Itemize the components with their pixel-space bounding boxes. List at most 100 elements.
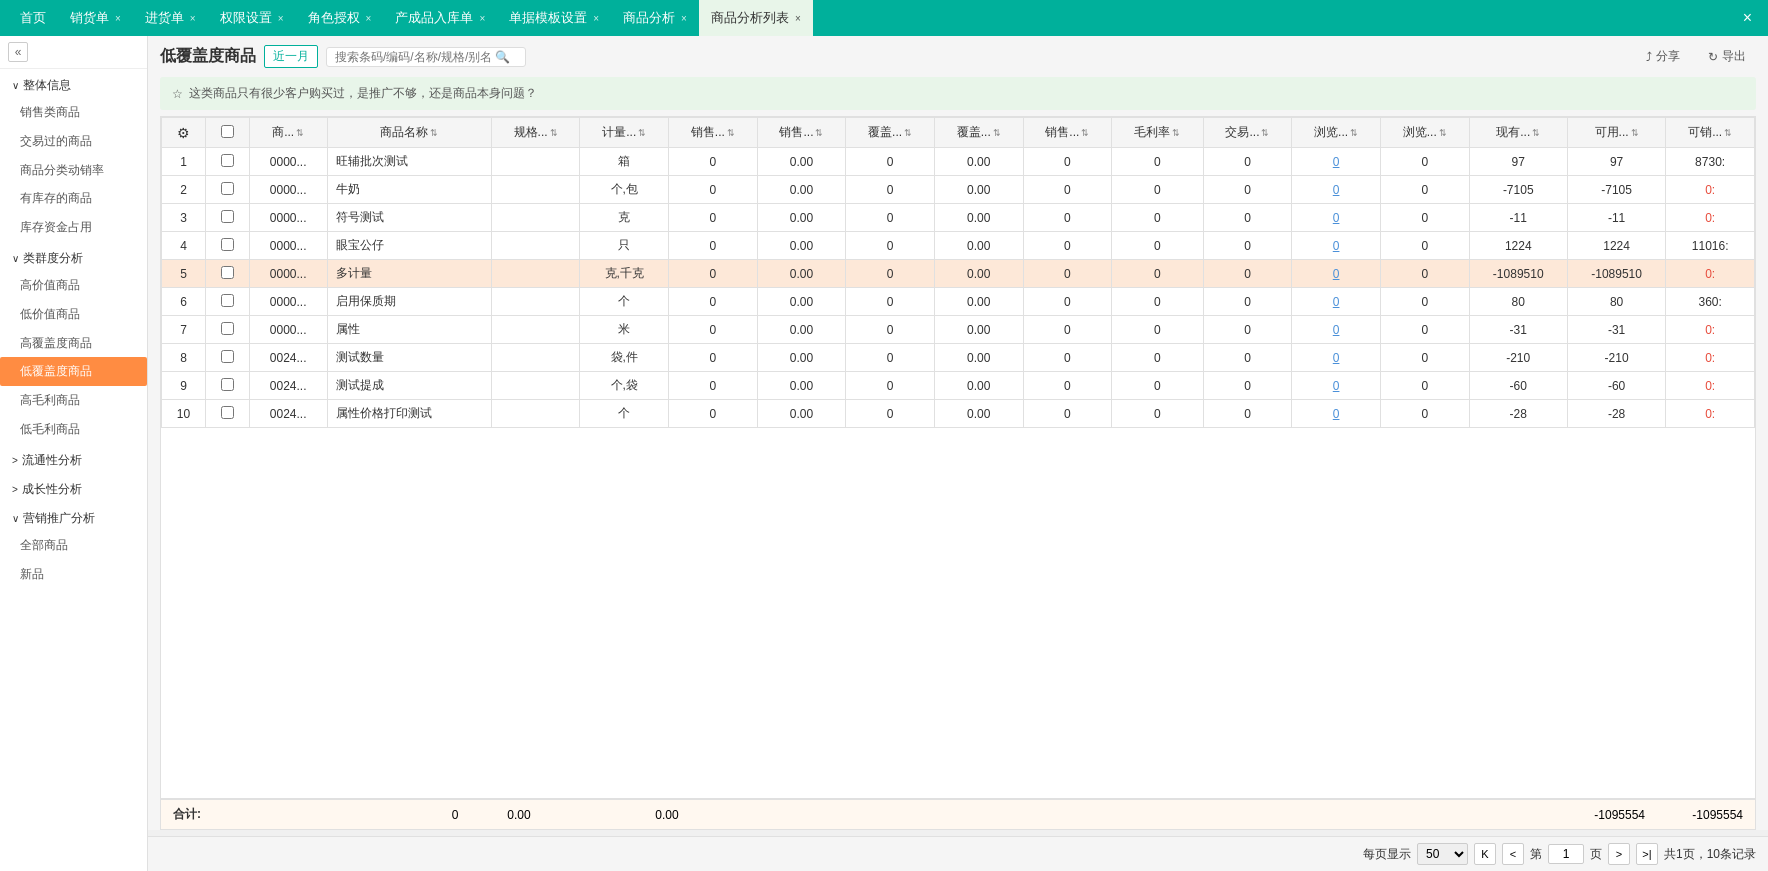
cell-row-no: 10 — [162, 400, 206, 428]
close-sales-order[interactable]: × — [115, 13, 121, 24]
th-sales-qty[interactable]: 销售...⇅ — [669, 118, 758, 148]
close-purchase-order[interactable]: × — [190, 13, 196, 24]
sidebar-item-sales-products[interactable]: 销售类商品 — [0, 98, 147, 127]
export-button[interactable]: ↻ 导出 — [1698, 44, 1756, 69]
sidebar-item-category-rate[interactable]: 商品分类动销率 — [0, 156, 147, 185]
cell-checkbox[interactable] — [206, 288, 250, 316]
sidebar-item-high-profit[interactable]: 高毛利商品 — [0, 386, 147, 415]
cell-checkbox[interactable] — [206, 372, 250, 400]
search-icon[interactable]: 🔍 — [495, 50, 510, 64]
cell-name: 属性 — [327, 316, 491, 344]
nav-product-analysis[interactable]: 商品分析 × — [611, 0, 699, 36]
th-avail-stock[interactable]: 可用...⇅ — [1567, 118, 1665, 148]
nav-home[interactable]: 首页 — [8, 0, 58, 36]
cell-view1[interactable]: 0 — [1292, 260, 1381, 288]
select-all-checkbox[interactable] — [221, 125, 234, 138]
nav-template-settings[interactable]: 单据模板设置 × — [497, 0, 611, 36]
sidebar-section-overall[interactable]: ∨ 整体信息 — [0, 69, 147, 98]
cell-checkbox[interactable] — [206, 232, 250, 260]
th-sale-stock[interactable]: 可销...⇅ — [1666, 118, 1755, 148]
th-gear[interactable]: ⚙ — [162, 118, 206, 148]
cell-checkbox[interactable] — [206, 260, 250, 288]
nav-product-entry[interactable]: 产成品入库单 × — [383, 0, 497, 36]
nav-permission-settings[interactable]: 权限设置 × — [208, 0, 296, 36]
window-close-button[interactable]: × — [1735, 9, 1760, 27]
close-product-analysis-list[interactable]: × — [795, 13, 801, 24]
sidebar-section-growth[interactable]: > 成长性分析 — [0, 473, 147, 502]
cell-view1[interactable]: 0 — [1292, 316, 1381, 344]
sidebar-section-cluster[interactable]: ∨ 类群度分析 — [0, 242, 147, 271]
cell-view1[interactable]: 0 — [1292, 400, 1381, 428]
sidebar-item-all-products[interactable]: 全部商品 — [0, 531, 147, 560]
cell-view1[interactable]: 0 — [1292, 176, 1381, 204]
th-gross-rate[interactable]: 毛利率⇅ — [1112, 118, 1204, 148]
sidebar-collapse-button[interactable]: « — [8, 42, 28, 62]
cell-view1[interactable]: 0 — [1292, 232, 1381, 260]
th-name[interactable]: 商品名称⇅ — [327, 118, 491, 148]
sidebar-section-liquidity[interactable]: > 流通性分析 — [0, 444, 147, 473]
sidebar-item-low-coverage[interactable]: 低覆盖度商品 — [0, 357, 147, 386]
th-sales-amt[interactable]: 销售...⇅ — [757, 118, 846, 148]
cell-name: 多计量 — [327, 260, 491, 288]
cell-checkbox[interactable] — [206, 400, 250, 428]
cell-checkbox[interactable] — [206, 344, 250, 372]
nav-sales-order[interactable]: 销货单 × — [58, 0, 133, 36]
close-template-settings[interactable]: × — [593, 13, 599, 24]
search-input[interactable] — [335, 50, 495, 64]
close-product-entry[interactable]: × — [479, 13, 485, 24]
cell-view1[interactable]: 0 — [1292, 372, 1381, 400]
page-size-select[interactable]: 50 20 100 — [1417, 843, 1468, 865]
page-number-input[interactable] — [1548, 844, 1584, 864]
nav-purchase-order[interactable]: 进货单 × — [133, 0, 208, 36]
th-spec[interactable]: 规格...⇅ — [491, 118, 580, 148]
th-checkbox[interactable] — [206, 118, 250, 148]
cell-view1[interactable]: 0 — [1292, 344, 1381, 372]
nav-product-analysis-list[interactable]: 商品分析列表 × — [699, 0, 813, 36]
th-current-stock[interactable]: 现有...⇅ — [1469, 118, 1567, 148]
th-trade-count[interactable]: 交易...⇅ — [1203, 118, 1292, 148]
cell-view1[interactable]: 0 — [1292, 148, 1381, 176]
cell-checkbox[interactable] — [206, 204, 250, 232]
sidebar-item-high-value[interactable]: 高价值商品 — [0, 271, 147, 300]
sidebar-item-stocked-products[interactable]: 有库存的商品 — [0, 184, 147, 213]
sidebar-item-low-profit[interactable]: 低毛利商品 — [0, 415, 147, 444]
next-page-button[interactable]: > — [1608, 843, 1630, 865]
last-page-button[interactable]: >| — [1636, 843, 1658, 865]
cell-name: 启用保质期 — [327, 288, 491, 316]
sidebar-item-traded-products[interactable]: 交易过的商品 — [0, 127, 147, 156]
sidebar-item-stock-capital[interactable]: 库存资金占用 — [0, 213, 147, 242]
cell-unit: 米 — [580, 316, 669, 344]
sidebar-item-new-products[interactable]: 新品 — [0, 560, 147, 589]
close-product-analysis[interactable]: × — [681, 13, 687, 24]
cell-checkbox[interactable] — [206, 316, 250, 344]
th-unit[interactable]: 计量...⇅ — [580, 118, 669, 148]
table-header-row: ⚙ 商...⇅ 商品名称⇅ 规格...⇅ 计量...⇅ 销售...⇅ 销售...… — [162, 118, 1755, 148]
cell-code: 0024... — [249, 372, 327, 400]
date-filter-button[interactable]: 近一月 — [264, 45, 318, 68]
th-view1[interactable]: 浏览...⇅ — [1292, 118, 1381, 148]
data-table-wrapper[interactable]: ⚙ 商...⇅ 商品名称⇅ 规格...⇅ 计量...⇅ 销售...⇅ 销售...… — [160, 116, 1756, 799]
prev-page-button[interactable]: < — [1502, 843, 1524, 865]
cell-row-no: 1 — [162, 148, 206, 176]
cell-checkbox[interactable] — [206, 148, 250, 176]
th-cover2[interactable]: 覆盖...⇅ — [934, 118, 1023, 148]
cell-view1[interactable]: 0 — [1292, 204, 1381, 232]
close-permission-settings[interactable]: × — [278, 13, 284, 24]
share-button[interactable]: ⤴ 分享 — [1636, 44, 1690, 69]
nav-role-auth[interactable]: 角色授权 × — [296, 0, 384, 36]
data-table: ⚙ 商...⇅ 商品名称⇅ 规格...⇅ 计量...⇅ 销售...⇅ 销售...… — [161, 117, 1755, 428]
cell-sale-stock: 0: — [1666, 400, 1755, 428]
th-view2[interactable]: 浏览...⇅ — [1380, 118, 1469, 148]
close-role-auth[interactable]: × — [366, 13, 372, 24]
sidebar-item-low-value[interactable]: 低价值商品 — [0, 300, 147, 329]
cell-gross-rate: 0 — [1112, 204, 1204, 232]
sidebar-item-high-coverage[interactable]: 高覆盖度商品 — [0, 329, 147, 358]
th-code[interactable]: 商...⇅ — [249, 118, 327, 148]
cell-checkbox[interactable] — [206, 176, 250, 204]
th-sales-rate[interactable]: 销售...⇅ — [1023, 118, 1112, 148]
sidebar-section-marketing[interactable]: ∨ 营销推广分析 — [0, 502, 147, 531]
cell-view2: 0 — [1380, 232, 1469, 260]
first-page-button[interactable]: K — [1474, 843, 1496, 865]
cell-view1[interactable]: 0 — [1292, 288, 1381, 316]
th-cover1[interactable]: 覆盖...⇅ — [846, 118, 935, 148]
